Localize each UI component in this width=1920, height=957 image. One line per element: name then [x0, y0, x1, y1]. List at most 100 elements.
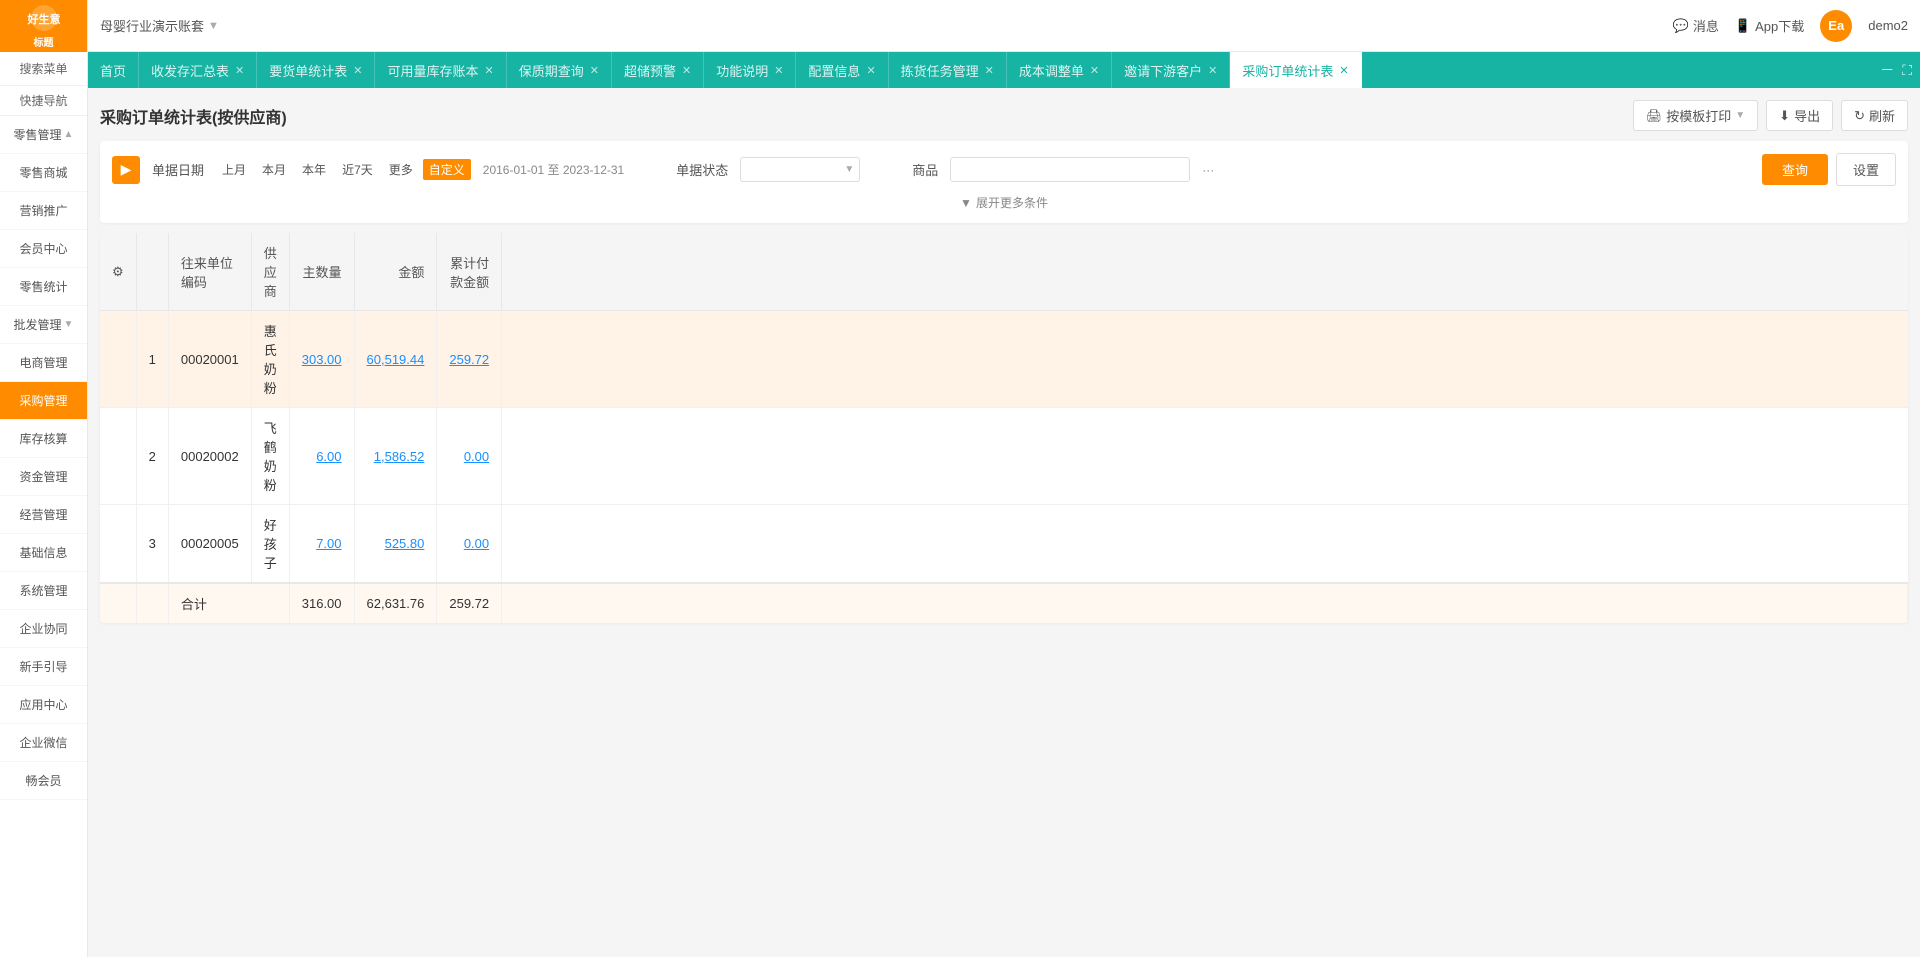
tab-close-icon[interactable]: ✕: [485, 64, 494, 77]
page-actions: 🖨 按模板打印 ▼ ⬇ 导出 ↻ 刷新: [1633, 100, 1908, 131]
date-shortcuts: 上月 本月 本年 近7天 更多 自定义: [216, 159, 471, 180]
col-index-header: [136, 233, 168, 311]
date-shortcut-7days[interactable]: 近7天: [336, 159, 379, 180]
sidebar-item-operations[interactable]: 经营管理: [0, 496, 87, 534]
sidebar-item-label: 新手引导: [19, 658, 67, 675]
tab-collect-send[interactable]: 收发存汇总表 ✕: [139, 52, 257, 88]
tab-overstock-alert[interactable]: 超储预警 ✕: [612, 52, 704, 88]
tab-invite-downstream[interactable]: 邀请下游客户 ✕: [1112, 52, 1230, 88]
tab-label: 拣货任务管理: [901, 61, 979, 80]
tab-minimize-btn[interactable]: －: [1880, 60, 1894, 80]
sidebar-item-finance[interactable]: 资金管理: [0, 458, 87, 496]
tab-close-icon[interactable]: ✕: [235, 64, 244, 77]
message-icon: 💬: [1673, 18, 1689, 34]
date-shortcut-more[interactable]: 更多: [383, 159, 419, 180]
sidebar-item-stock[interactable]: 库存核算: [0, 420, 87, 458]
avatar[interactable]: Ea: [1820, 10, 1852, 42]
col-paid-amount-header: 累计付款金额: [437, 233, 502, 311]
expand-more-row[interactable]: ▼ 展开更多条件: [112, 194, 1896, 211]
row-index: 2: [136, 408, 168, 505]
export-button[interactable]: ⬇ 导出: [1766, 100, 1833, 131]
tab-close-icon[interactable]: ✕: [1090, 64, 1099, 77]
row-settings-cell: [100, 408, 136, 505]
date-shortcut-this-year[interactable]: 本年: [296, 159, 332, 180]
tab-close-icon[interactable]: ✕: [1339, 64, 1348, 77]
expand-icon: ▶: [121, 161, 132, 178]
row-supplier-code: 00020001: [168, 311, 251, 408]
tab-close-icon[interactable]: ✕: [866, 64, 875, 77]
sidebar-search-btn[interactable]: 搜索菜单: [0, 52, 87, 86]
table-settings-icon[interactable]: ⚙: [112, 264, 124, 279]
tab-order-stats[interactable]: 要货单统计表 ✕: [257, 52, 375, 88]
tab-close-icon[interactable]: ✕: [1208, 64, 1217, 77]
page-header: 采购订单统计表(按供应商) 🖨 按模板打印 ▼ ⬇ 导出 ↻ 刷新: [100, 100, 1908, 131]
tab-pick-task[interactable]: 拣货任务管理 ✕: [889, 52, 1007, 88]
tab-close-icon[interactable]: ✕: [774, 64, 783, 77]
row-amount: 60,519.44: [354, 311, 437, 408]
sidebar-item-wholesale[interactable]: 批发管理 ▼: [0, 306, 87, 344]
query-button[interactable]: 查询: [1762, 154, 1828, 185]
sidebar-item-label: 系统管理: [19, 582, 67, 599]
col-amount-header: 金额: [354, 233, 437, 311]
refresh-button[interactable]: ↻ 刷新: [1841, 100, 1908, 131]
sidebar-item-enterprise-wx[interactable]: 企业微信: [0, 724, 87, 762]
sidebar-item-retail-store[interactable]: 零售商城: [0, 154, 87, 192]
row-quantity: 303.00: [289, 311, 354, 408]
tab-purchase-stats[interactable]: 采购订单统计表 ✕: [1230, 52, 1361, 88]
tab-expiry-query[interactable]: 保质期查询 ✕: [507, 52, 612, 88]
tab-close-icon[interactable]: ✕: [590, 64, 599, 77]
sidebar-item-retail-stats[interactable]: 零售统计: [0, 268, 87, 306]
tab-label: 配置信息: [808, 61, 860, 80]
sidebar: 好生意 标题 搜索菜单 快捷导航 零售管理 ▲ 零售商城 营销推广 会员中心 零…: [0, 0, 88, 957]
goods-filter-label: 商品: [912, 160, 938, 179]
sidebar-item-marketing[interactable]: 营销推广: [0, 192, 87, 230]
row-extra-cell: [502, 505, 1908, 584]
tab-label: 保质期查询: [519, 61, 584, 80]
row-quantity: 7.00: [289, 505, 354, 584]
date-shortcut-last-month[interactable]: 上月: [216, 159, 252, 180]
sidebar-quick-nav[interactable]: 快捷导航: [0, 86, 87, 116]
col-settings[interactable]: ⚙: [100, 233, 136, 311]
sidebar-item-label: 零售商城: [19, 164, 67, 181]
sidebar-item-enterprise[interactable]: 企业协同: [0, 610, 87, 648]
sidebar-item-ecommerce[interactable]: 电商管理: [0, 344, 87, 382]
filter-expand-btn[interactable]: ▶: [112, 156, 140, 184]
settings-button[interactable]: 设置: [1836, 153, 1896, 186]
message-btn[interactable]: 💬 消息: [1673, 16, 1719, 35]
goods-filter-more[interactable]: ···: [1202, 163, 1214, 177]
date-shortcut-this-month[interactable]: 本月: [256, 159, 292, 180]
sidebar-item-newbie[interactable]: 新手引导: [0, 648, 87, 686]
tab-home[interactable]: 首页: [88, 52, 139, 88]
sidebar-item-purchase[interactable]: 采购管理: [0, 382, 87, 420]
sidebar-item-retail-manage[interactable]: 零售管理 ▲: [0, 116, 87, 154]
tab-cost-adjust[interactable]: 成本调整单 ✕: [1007, 52, 1112, 88]
date-custom-badge[interactable]: 自定义: [423, 159, 471, 180]
tab-close-icon[interactable]: ✕: [682, 64, 691, 77]
app-download-btn[interactable]: 📱 App下载: [1735, 16, 1804, 35]
tab-config-info[interactable]: 配置信息 ✕: [796, 52, 888, 88]
tab-available-stock[interactable]: 可用量库存账本 ✕: [375, 52, 506, 88]
footer-empty-cell2: [136, 583, 168, 623]
expand-more-label: 展开更多条件: [976, 194, 1048, 211]
sidebar-item-member[interactable]: 会员中心: [0, 230, 87, 268]
workspace-selector[interactable]: 母婴行业演示账套 ▼: [100, 16, 219, 35]
sidebar-item-app-center[interactable]: 应用中心: [0, 686, 87, 724]
col-extra-header: [502, 233, 1908, 311]
table-container: ⚙ 往来单位编码 供应商 主数量 金额 累计付款金额 1: [100, 233, 1908, 623]
tab-close-icon[interactable]: ✕: [985, 64, 994, 77]
chevron-up-icon: ▲: [64, 129, 74, 140]
sidebar-item-basics[interactable]: 基础信息: [0, 534, 87, 572]
sidebar-item-vip[interactable]: 畅会员: [0, 762, 87, 800]
tab-label: 要货单统计表: [269, 61, 347, 80]
expand-more-icon: ▼: [960, 196, 972, 210]
sidebar-item-label: 畅会员: [25, 772, 61, 789]
sidebar-item-label: 库存核算: [19, 430, 67, 447]
tab-maximize-btn[interactable]: ⛶: [1902, 62, 1912, 79]
footer-quantity: 316.00: [289, 583, 354, 623]
goods-filter-input[interactable]: [950, 157, 1190, 182]
status-select[interactable]: [740, 157, 860, 182]
print-button[interactable]: 🖨 按模板打印 ▼: [1633, 100, 1758, 131]
tab-close-icon[interactable]: ✕: [353, 64, 362, 77]
sidebar-item-system[interactable]: 系统管理: [0, 572, 87, 610]
tab-func-desc[interactable]: 功能说明 ✕: [704, 52, 796, 88]
